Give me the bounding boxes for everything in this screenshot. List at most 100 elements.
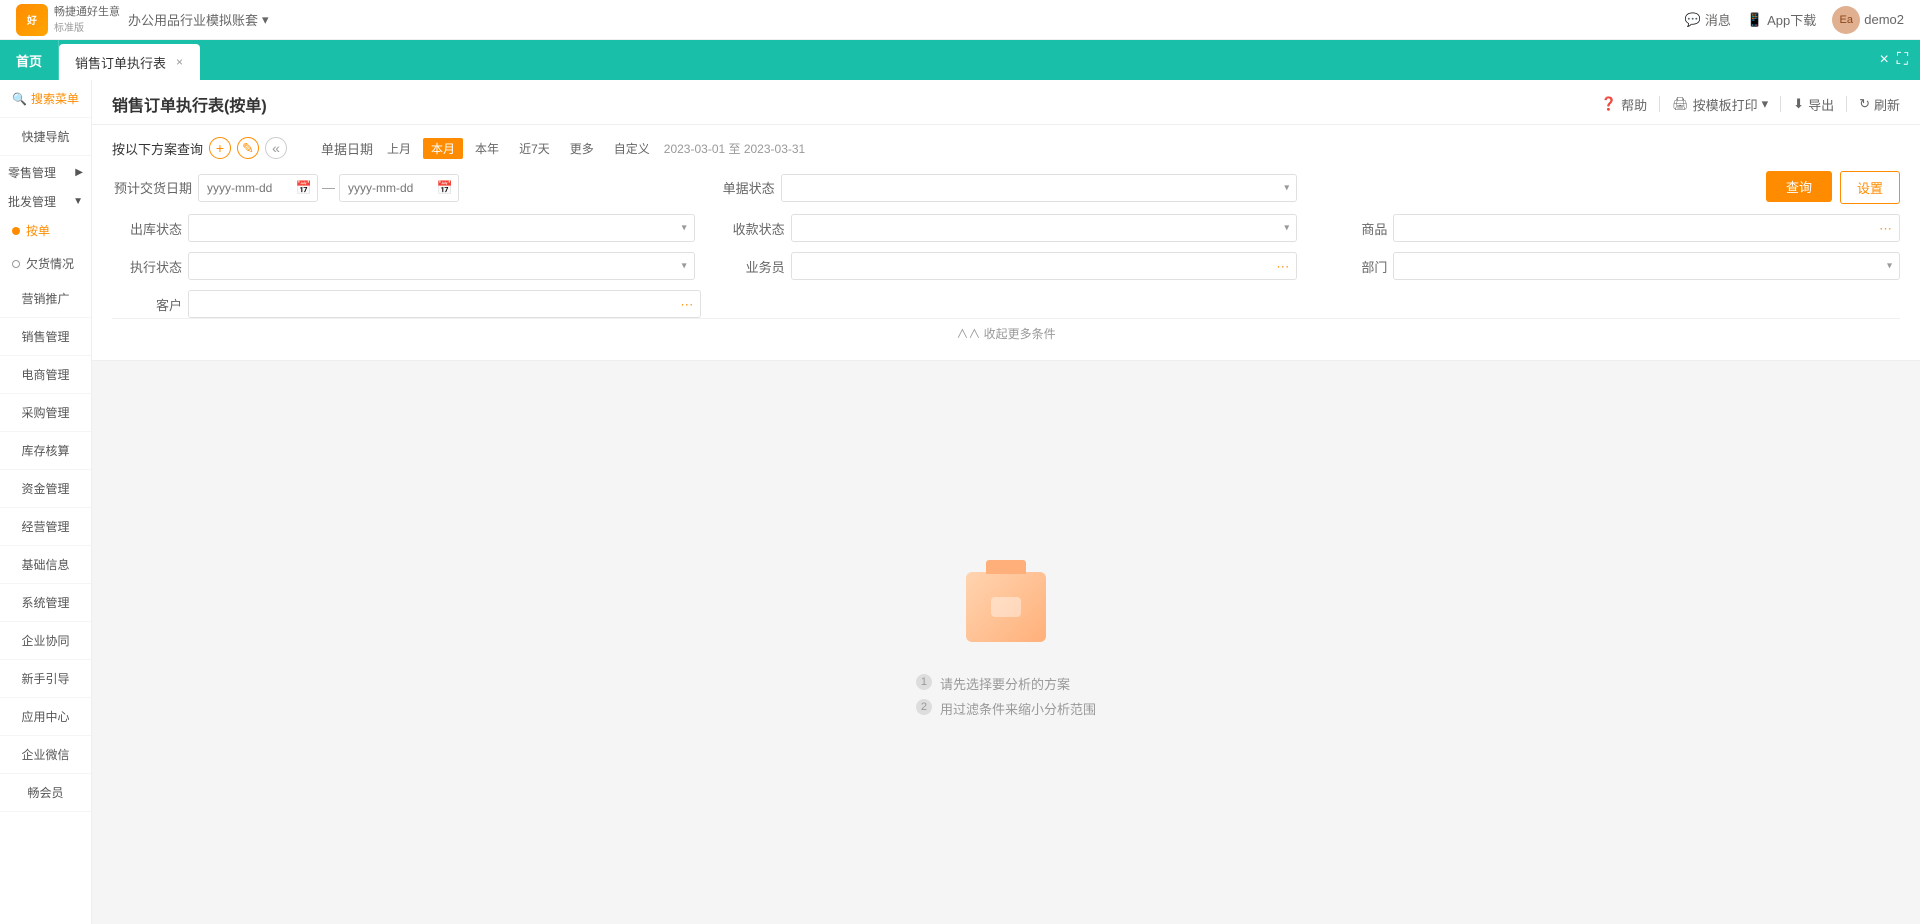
export-btn[interactable]: ⬇ 导出 <box>1793 95 1834 114</box>
execution-status-select[interactable] <box>188 252 695 280</box>
sidebar-member[interactable]: 畅会员 <box>0 774 91 812</box>
sidebar-marketing[interactable]: 营销推广 <box>0 280 91 318</box>
sidebar-retail-label: 零售管理 <box>8 164 56 181</box>
order-status-select[interactable] <box>781 174 1298 202</box>
date-to-input[interactable] <box>339 174 459 202</box>
tab-expand-btn[interactable]: ⛶ <box>1897 51 1908 69</box>
filter-grid-row3: 执行状态 ▾ 业务员 ··· 部门 <box>112 252 1900 280</box>
product-dots-icon[interactable]: ··· <box>1879 221 1892 236</box>
divider-2 <box>1780 96 1781 112</box>
app-download-btn[interactable]: 📱 App下载 <box>1747 10 1816 29</box>
settings-btn[interactable]: 设置 <box>1840 171 1900 204</box>
query-btn[interactable]: 查询 <box>1766 171 1832 202</box>
date-to-wrap: 📅 <box>339 174 459 202</box>
product-label: 商品 <box>1317 219 1387 238</box>
sidebar-search-menu[interactable]: 🔍 搜索菜单 <box>0 80 91 118</box>
customer-input[interactable] <box>188 290 701 318</box>
message-btn[interactable]: 💬 消息 <box>1685 10 1731 29</box>
department-select[interactable] <box>1393 252 1900 280</box>
tab-close-window-btn[interactable]: × <box>1879 51 1888 69</box>
add-plan-btn[interactable]: + <box>209 137 231 159</box>
enterprise-label: 企业协同 <box>21 632 69 649</box>
sidebar-quick-nav[interactable]: 快捷导航 <box>0 118 91 156</box>
hint-text-1: 请先选择要分析的方案 <box>940 674 1070 693</box>
sub-backorder-label: 欠货情况 <box>26 255 74 272</box>
filter-grid-row2: 出库状态 ▾ 收款状态 ▾ 商品 <box>112 214 1900 242</box>
date-tab-7days[interactable]: 近7天 <box>511 138 558 159</box>
sidebar-enterprise[interactable]: 企业协同 <box>0 622 91 660</box>
empty-box-shape <box>966 572 1046 642</box>
finance-label: 资金管理 <box>21 480 69 497</box>
customer-filter: 客户 ··· <box>112 290 701 318</box>
customer-dots-icon[interactable]: ··· <box>680 297 693 312</box>
sidebar-app-center[interactable]: 应用中心 <box>0 698 91 736</box>
collection-status-filter: 收款状态 ▾ <box>715 214 1298 242</box>
filter-grid-row1: 预计交货日期 📅 — 📅 单据状态 <box>112 171 1900 204</box>
sidebar-sub-backorder[interactable]: 欠货情况 <box>0 247 91 280</box>
date-tab-more[interactable]: 更多 <box>562 138 602 159</box>
sidebar-purchase[interactable]: 采购管理 <box>0 394 91 432</box>
quick-nav-label: 快捷导航 <box>21 128 69 145</box>
retail-arrow-icon: ▶ <box>75 167 83 178</box>
salesperson-input[interactable] <box>791 252 1298 280</box>
sidebar-retail-mgmt[interactable]: 零售管理 ▶ <box>0 156 91 185</box>
sales-mgmt-label: 销售管理 <box>21 328 69 345</box>
top-bar-left: 好 畅捷通好生意 标准版 办公用品行业模拟账套 ▾ <box>16 4 269 36</box>
sidebar-wechat[interactable]: 企业微信 <box>0 736 91 774</box>
logo-edition: 标准版 <box>54 19 120 34</box>
sidebar-ecommerce[interactable]: 电商管理 <box>0 356 91 394</box>
sidebar-sales-mgmt[interactable]: 销售管理 <box>0 318 91 356</box>
date-from-group: 📅 — 📅 <box>198 174 459 202</box>
product-input[interactable] <box>1393 214 1900 242</box>
sidebar-wholesale-mgmt[interactable]: 批发管理 ▼ <box>0 185 91 214</box>
search-menu-label: 搜索菜单 <box>31 90 79 107</box>
date-tab-this-year[interactable]: 本年 <box>467 138 507 159</box>
delivery-status-select[interactable] <box>188 214 695 242</box>
tab-close-icon[interactable]: × <box>176 55 183 69</box>
inactive-dot-icon <box>12 260 20 268</box>
sidebar-operations[interactable]: 经营管理 <box>0 508 91 546</box>
sidebar-sub-order[interactable]: 按单 <box>0 214 91 247</box>
export-icon: ⬇ <box>1793 96 1804 112</box>
plan-label: 按以下方案查询 <box>112 139 203 158</box>
wechat-label: 企业微信 <box>21 746 69 763</box>
salesperson-dots-icon[interactable]: ··· <box>1276 259 1289 274</box>
sidebar-finance[interactable]: 资金管理 <box>0 470 91 508</box>
order-status-filter: 单据状态 ▾ <box>715 171 1298 204</box>
tab-home[interactable]: 首页 <box>0 40 59 80</box>
filter-area: 按以下方案查询 + ✎ « 单据日期 上月 本月 本年 近7天 更多 自定义 <box>92 125 1920 361</box>
help-btn[interactable]: ❓ 帮助 <box>1601 95 1647 114</box>
collection-status-wrap: ▾ <box>791 214 1298 242</box>
execution-status-label: 执行状态 <box>112 257 182 276</box>
date-tab-this-month[interactable]: 本月 <box>423 138 463 159</box>
sidebar-basic-info[interactable]: 基础信息 <box>0 546 91 584</box>
date-from-wrap: 📅 <box>198 174 318 202</box>
logo-area: 好 畅捷通好生意 标准版 <box>16 4 120 36</box>
breadcrumb[interactable]: 办公用品行业模拟账套 ▾ <box>128 10 269 29</box>
edit-plan-btn[interactable]: ✎ <box>237 137 259 159</box>
date-tab-custom[interactable]: 自定义 <box>606 138 658 159</box>
print-btn[interactable]: 🖨 按模板打印 ▾ <box>1672 95 1768 114</box>
sidebar-inventory[interactable]: 库存核算 <box>0 432 91 470</box>
collapse-plan-btn[interactable]: « <box>265 137 287 159</box>
product-wrap: ··· <box>1393 214 1900 242</box>
sidebar-system[interactable]: 系统管理 <box>0 584 91 622</box>
date-from-input[interactable] <box>198 174 318 202</box>
date-tabs: 上月 本月 本年 近7天 更多 自定义 <box>379 138 658 159</box>
user-profile[interactable]: Ea demo2 <box>1832 6 1904 34</box>
app-download-icon: 📱 <box>1747 12 1763 28</box>
print-dropdown-icon: ▾ <box>1762 96 1769 112</box>
active-dot-icon <box>12 227 20 235</box>
newbie-label: 新手引导 <box>21 670 69 687</box>
tab-sales-order[interactable]: 销售订单执行表 × <box>59 44 200 80</box>
breadcrumb-dropdown-icon[interactable]: ▾ <box>262 12 269 28</box>
message-icon: 💬 <box>1685 12 1701 28</box>
sidebar-newbie[interactable]: 新手引导 <box>0 660 91 698</box>
collapse-more-btn[interactable]: ∧∧ 收起更多条件 <box>112 318 1900 348</box>
collection-status-select[interactable] <box>791 214 1298 242</box>
delivery-status-wrap: ▾ <box>188 214 695 242</box>
refresh-btn[interactable]: ↻ 刷新 <box>1859 95 1900 114</box>
filter-grid-row4: 客户 ··· <box>112 290 1900 318</box>
date-tab-last-month[interactable]: 上月 <box>379 138 419 159</box>
divider-3 <box>1846 96 1847 112</box>
